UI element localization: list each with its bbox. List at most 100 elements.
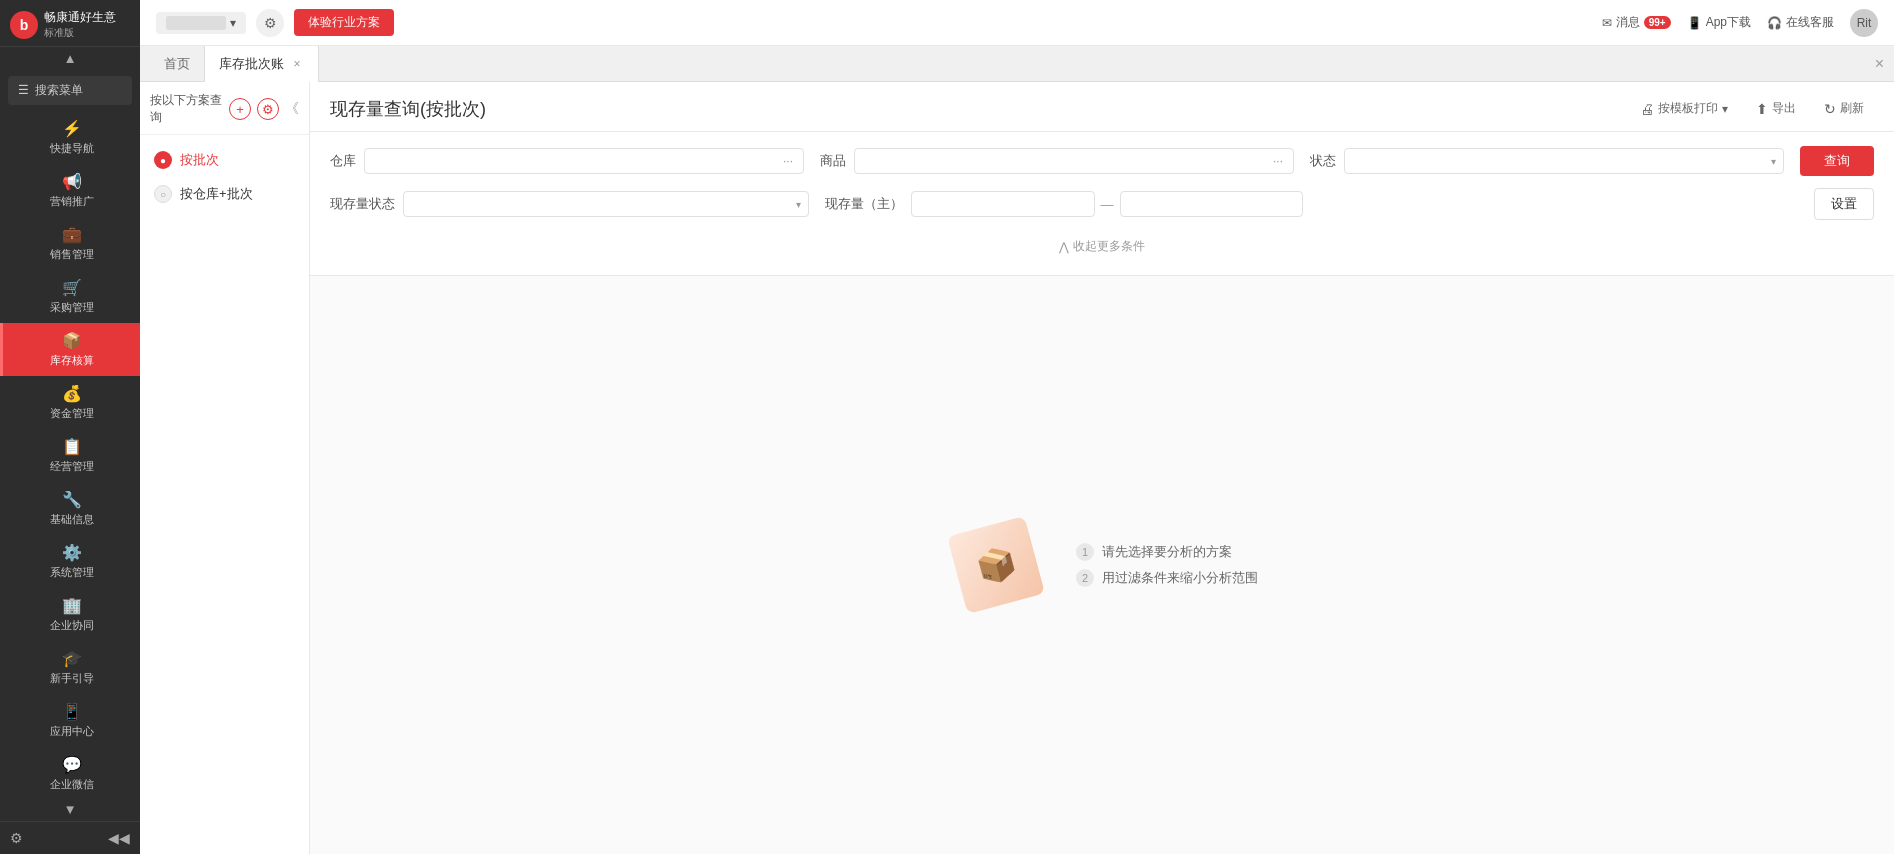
product-label: 商品 xyxy=(820,152,846,170)
sidebar-item-weixin[interactable]: 💬 企业微信 xyxy=(0,747,140,798)
app-download-btn[interactable]: 📱 App下载 xyxy=(1687,14,1751,31)
company-selector[interactable]: ▾ xyxy=(156,12,246,34)
tab-inventory-batch[interactable]: 库存批次账 × xyxy=(205,46,319,82)
product-input[interactable]: ··· xyxy=(854,148,1294,174)
refresh-icon: ↻ xyxy=(1824,101,1836,117)
stock-status-select-wrapper: 全部 ▾ xyxy=(403,191,809,217)
print-label: 按模板打印 xyxy=(1658,100,1718,117)
purchase-label: 采购管理 xyxy=(50,300,94,315)
warehouse-field: 仓库 ··· xyxy=(330,148,804,174)
filter-item-label-batch: 按批次 xyxy=(180,151,219,169)
topbar-left: ▾ ⚙ 体验行业方案 xyxy=(156,9,394,37)
scroll-up-btn[interactable]: ▲ xyxy=(0,47,140,70)
export-icon: ⬆ xyxy=(1756,101,1768,117)
marketing-label: 营销推广 xyxy=(50,194,94,209)
selector-arrow-icon: ▾ xyxy=(230,16,236,30)
trial-btn[interactable]: 体验行业方案 xyxy=(294,9,394,36)
filter-items: ● 按批次 ○ 按仓库+批次 xyxy=(140,135,309,219)
sidebar-item-enterprise[interactable]: 🏢 企业协同 xyxy=(0,588,140,641)
topbar: ▾ ⚙ 体验行业方案 ✉ 消息 99+ 📱 App下载 🎧 在线客服 xyxy=(140,0,1894,46)
stock-qty-to[interactable] xyxy=(1120,191,1304,217)
content-area: 现存量查询(按批次) 🖨 按模板打印 ▾ ⬆ 导出 ↻ 刷新 xyxy=(310,82,1894,854)
tip-item-2: 2 用过滤条件来缩小分析范围 xyxy=(1076,569,1258,587)
weixin-icon: 💬 xyxy=(62,755,82,774)
search-form: 仓库 ··· 商品 ··· 状态 xyxy=(310,132,1894,276)
status-select-wrapper: 全部 正常 停用 ▾ xyxy=(1344,148,1784,174)
sidebar-item-inventory[interactable]: 📦 库存核算 xyxy=(0,323,140,376)
enterprise-icon: 🏢 xyxy=(62,596,82,615)
sidebar-item-guide[interactable]: 🎓 新手引导 xyxy=(0,641,140,694)
settings-bottom-btn[interactable]: ⚙ xyxy=(10,830,23,846)
add-icon: + xyxy=(236,102,244,117)
product-field: 商品 ··· xyxy=(820,148,1294,174)
scroll-down-btn[interactable]: ▼ xyxy=(0,798,140,821)
avatar: Rit xyxy=(1850,9,1878,37)
gear-icon: ⚙ xyxy=(264,15,277,31)
sidebar-item-marketing[interactable]: 📢 营销推广 xyxy=(0,164,140,217)
stock-status-field: 现存量状态 全部 ▾ xyxy=(330,191,809,217)
tab-home[interactable]: 首页 xyxy=(150,46,205,82)
stock-status-select[interactable]: 全部 xyxy=(403,191,809,217)
search-menu-icon: ☰ xyxy=(18,83,29,97)
system-icon: ⚙️ xyxy=(62,543,82,562)
settings-btn[interactable]: 设置 xyxy=(1814,188,1874,220)
sidebar-item-sales[interactable]: 💼 销售管理 xyxy=(0,217,140,270)
print-btn[interactable]: 🖨 按模板打印 ▾ xyxy=(1630,96,1738,121)
print-icon: 🖨 xyxy=(1640,101,1654,117)
page-header: 现存量查询(按批次) 🖨 按模板打印 ▾ ⬆ 导出 ↻ 刷新 xyxy=(310,82,1894,132)
topbar-right: ✉ 消息 99+ 📱 App下载 🎧 在线客服 Rit xyxy=(1602,9,1878,37)
filter-collapse-btn[interactable]: 《 xyxy=(285,100,299,118)
filter-settings-icon: ⚙ xyxy=(262,102,274,117)
messages-btn[interactable]: ✉ 消息 99+ xyxy=(1602,14,1671,31)
panel-close-btn[interactable]: × xyxy=(1875,55,1884,73)
sidebar-logo: b xyxy=(10,11,38,39)
search-menu-btn[interactable]: ☰ 搜索菜单 xyxy=(8,76,132,105)
sidebar-item-operations[interactable]: 📋 经营管理 xyxy=(0,429,140,482)
sales-icon: 💼 xyxy=(62,225,82,244)
sidebar-item-basic[interactable]: 🔧 基础信息 xyxy=(0,482,140,535)
filter-panel: 按以下方案查询 + ⚙ 《 ● 按批次 xyxy=(140,82,310,854)
operations-label: 经营管理 xyxy=(50,459,94,474)
empty-state: 📦 1 请先选择要分析的方案 2 用过滤条件来缩小分析范围 xyxy=(310,276,1894,854)
sales-label: 销售管理 xyxy=(50,247,94,262)
sidebar-item-system[interactable]: ⚙️ 系统管理 xyxy=(0,535,140,588)
sidebar-item-app-center[interactable]: 📱 应用中心 xyxy=(0,694,140,747)
sidebar-brand-info: 畅康通好生意 标准版 xyxy=(44,10,116,40)
tip-num-2: 2 xyxy=(1076,569,1094,587)
filter-add-btn[interactable]: + xyxy=(229,98,251,120)
service-label: 在线客服 xyxy=(1786,14,1834,31)
warehouse-label: 仓库 xyxy=(330,152,356,170)
status-select[interactable]: 全部 正常 停用 xyxy=(1344,148,1784,174)
status-label: 状态 xyxy=(1310,152,1336,170)
finance-label: 资金管理 xyxy=(50,406,94,421)
filter-item-by-warehouse-batch[interactable]: ○ 按仓库+批次 xyxy=(140,177,309,211)
collapse-more-btn[interactable]: ⋀ 收起更多条件 xyxy=(330,232,1874,261)
search-menu-label: 搜索菜单 xyxy=(35,82,83,99)
customer-service-btn[interactable]: 🎧 在线客服 xyxy=(1767,14,1834,31)
collapse-up-icon: ⋀ xyxy=(1059,240,1069,254)
refresh-btn[interactable]: ↻ 刷新 xyxy=(1814,96,1874,121)
sidebar-item-finance[interactable]: 💰 资金管理 xyxy=(0,376,140,429)
search-row-1: 仓库 ··· 商品 ··· 状态 xyxy=(330,146,1874,176)
collapse-label: 收起更多条件 xyxy=(1073,238,1145,255)
export-label: 导出 xyxy=(1772,100,1796,117)
message-icon: ✉ xyxy=(1602,16,1612,30)
collapse-sidebar-btn[interactable]: ◀◀ xyxy=(108,830,130,846)
filter-settings-btn[interactable]: ⚙ xyxy=(257,98,279,120)
sidebar-item-quick-nav[interactable]: ⚡ 快捷导航 xyxy=(0,111,140,164)
empty-content: 📦 1 请先选择要分析的方案 2 用过滤条件来缩小分析范围 xyxy=(946,515,1258,615)
tab-close-btn[interactable]: × xyxy=(290,57,304,71)
filter-item-by-batch[interactable]: ● 按批次 xyxy=(140,143,309,177)
sidebar-item-purchase[interactable]: 🛒 采购管理 xyxy=(0,270,140,323)
gear-btn[interactable]: ⚙ xyxy=(256,9,284,37)
company-name xyxy=(166,16,226,30)
query-btn[interactable]: 查询 xyxy=(1800,146,1874,176)
stock-qty-from[interactable] xyxy=(911,191,1095,217)
filter-item-dot-wh-batch: ○ xyxy=(154,185,172,203)
app-center-label: 应用中心 xyxy=(50,724,94,739)
message-label: 消息 xyxy=(1616,14,1640,31)
search-row-2: 现存量状态 全部 ▾ 现存量（主） — xyxy=(330,188,1874,220)
user-profile-btn[interactable]: Rit xyxy=(1850,9,1878,37)
export-btn[interactable]: ⬆ 导出 xyxy=(1746,96,1806,121)
warehouse-input[interactable]: ··· xyxy=(364,148,804,174)
